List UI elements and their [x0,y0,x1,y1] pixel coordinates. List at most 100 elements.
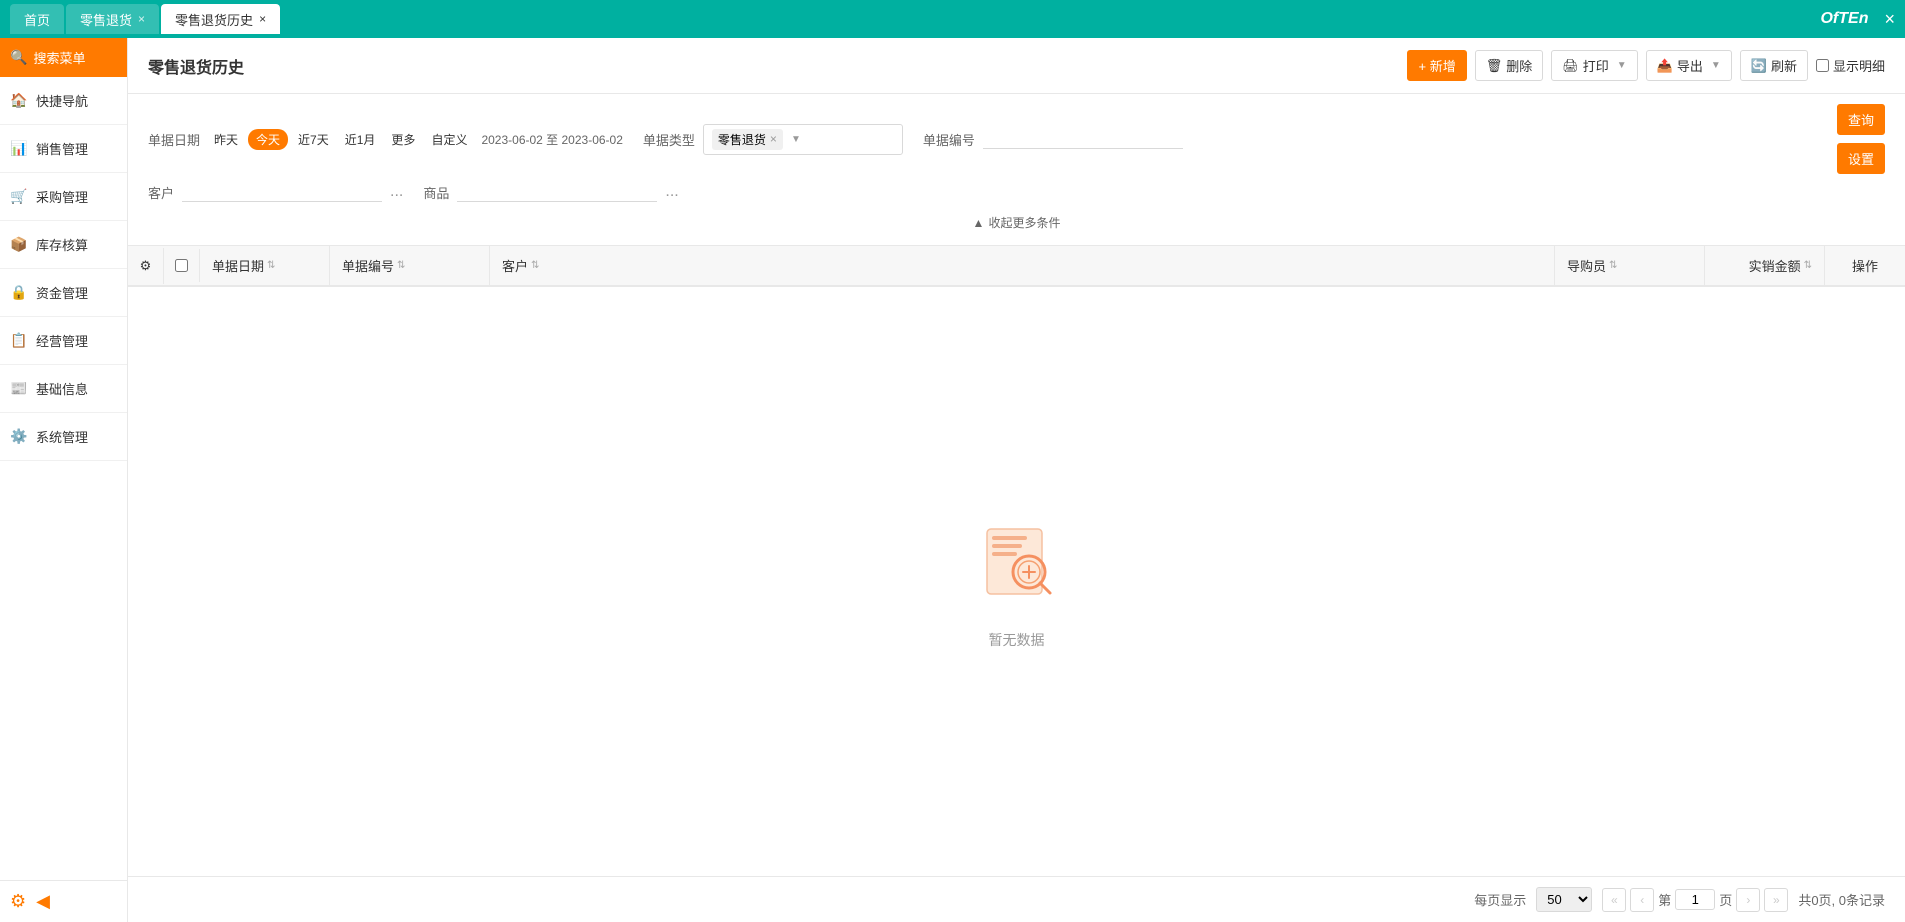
select-all-checkbox[interactable] [175,259,188,272]
goods-filter: 商品 ... [423,182,678,202]
goods-label: 商品 [423,183,449,202]
filter-row-2: 客户 ... 商品 ... [148,182,1885,202]
export-icon: 📤 [1657,58,1673,74]
date-btn-more[interactable]: 更多 [385,129,421,150]
th-doc-date[interactable]: 单据日期 ⇅ [200,246,330,285]
empty-text: 暂无数据 [989,630,1045,650]
empty-icon [967,514,1067,614]
filter-area: 单据日期 昨天 今天 近7天 近1月 更多 自定义 2023-06-02 至 2… [128,94,1905,246]
date-btn-last1m[interactable]: 近1月 [339,129,382,150]
date-btn-last7[interactable]: 近7天 [292,129,335,150]
sidebar-item-quick-nav-label: 快捷导航 [36,91,88,110]
th-guide[interactable]: 导购员 ⇅ [1555,246,1705,285]
tab-retail-return[interactable]: 零售退货 × [66,4,159,34]
doc-num-input[interactable] [983,129,1183,149]
add-button[interactable]: + 新增 [1407,50,1466,81]
page-actions: + 新增 🗑 删除 🖨 打印 ▼ 📤 导出 ▼ 🔄 刷新 [1407,50,1885,81]
tab-retail-return-history-close[interactable]: × [259,12,266,26]
sidebar-item-purchase-label: 采购管理 [36,187,88,206]
doc-type-tag: 零售退货 × [712,129,783,150]
per-page-label: 每页显示 [1474,890,1526,909]
sidebar-item-sales-mgmt[interactable]: 📊 销售管理 [0,125,127,173]
delete-label: 删除 [1506,56,1532,75]
date-btn-yesterday[interactable]: 昨天 [208,129,244,150]
th-amount[interactable]: 实销金额 ⇅ [1705,246,1825,285]
print-icon: 🖨 [1562,58,1579,74]
finance-mgmt-icon: 🔒 [10,284,28,302]
doc-type-select[interactable]: 零售退货 × ▼ [703,124,903,155]
page-prev-btn[interactable]: ‹ [1630,888,1654,912]
collapse-text: 收起更多条件 [988,214,1060,231]
sidebar-item-finance-label: 资金管理 [36,283,88,302]
collapse-sidebar-icon[interactable]: ◀ [36,891,50,912]
refresh-icon: 🔄 [1751,58,1767,74]
sidebar-item-system-label: 系统管理 [36,427,88,446]
customer-dots[interactable]: ... [390,183,403,201]
show-detail-checkbox[interactable] [1816,59,1829,72]
tab-retail-return-history-label: 零售退货历史 [175,10,253,29]
empty-illustration [967,514,1067,614]
total-info: 共0页, 0条记录 [1798,890,1885,909]
tab-retail-return-history[interactable]: 零售退货历史 × [161,4,280,34]
brand-text: OfTEn [1820,10,1868,28]
doc-type-tag-text: 零售退货 [718,131,766,148]
doc-type-filter: 单据类型 零售退货 × ▼ [643,124,903,155]
sidebar-item-basic-info[interactable]: 📰 基础信息 [0,365,127,413]
tab-home[interactable]: 首页 [10,4,64,34]
customer-input[interactable] [182,182,382,202]
sidebar-item-inventory[interactable]: 📦 库存核算 [0,221,127,269]
sidebar-item-finance-mgmt[interactable]: 🔒 资金管理 [0,269,127,317]
export-button[interactable]: 📤 导出 ▼ [1646,50,1732,81]
settings-col-icon: ⚙ [140,258,152,274]
page-first-btn[interactable]: « [1602,888,1626,912]
date-btn-custom[interactable]: 自定义 [425,129,473,150]
print-label: 打印 [1583,56,1609,75]
th-customer-sort: ⇅ [531,260,539,271]
date-btn-today[interactable]: 今天 [248,129,288,150]
tab-retail-return-close[interactable]: × [138,12,145,26]
doc-num-label: 单据编号 [923,130,975,149]
sidebar-item-quick-nav[interactable]: 🏠 快捷导航 [0,77,127,125]
page-next-btn[interactable]: › [1736,888,1760,912]
th-ops-label: 操作 [1852,256,1878,275]
collapse-button[interactable]: ▲ 收起更多条件 [963,210,1071,235]
delete-button[interactable]: 🗑 删除 [1475,50,1544,81]
sidebar-item-purchase-mgmt[interactable]: 🛒 采购管理 [0,173,127,221]
sidebar-search-label: 搜索菜单 [33,48,85,67]
goods-dots[interactable]: ... [665,183,678,201]
export-dropdown-icon: ▼ [1711,60,1721,71]
per-page-select[interactable]: 10 20 50 100 [1536,887,1592,912]
search-icon: 🔍 [10,49,27,66]
doc-type-tag-close[interactable]: × [770,132,777,146]
print-button[interactable]: 🖨 打印 ▼ [1551,50,1637,81]
sidebar: 🔍 搜索菜单 🏠 快捷导航 📊 销售管理 🛒 采购管理 📦 库存核算 🔒 资金管… [0,38,128,922]
page-input[interactable] [1675,889,1715,910]
refresh-button[interactable]: 🔄 刷新 [1740,50,1808,81]
th-settings[interactable]: ⚙ [128,248,164,284]
setting-button[interactable]: 设置 [1837,143,1885,174]
sidebar-item-system-mgmt[interactable]: ⚙️ 系统管理 [0,413,127,461]
doc-type-label: 单据类型 [643,130,695,149]
settings-bottom-icon[interactable]: ⚙ [10,891,26,912]
th-customer[interactable]: 客户 ⇅ [490,246,1555,285]
th-doc-num[interactable]: 单据编号 ⇅ [330,246,490,285]
show-detail-text: 显示明细 [1833,56,1885,75]
doc-num-filter: 单据编号 [923,129,1183,149]
top-bar-actions: OfTEn × [1812,9,1895,30]
date-range-display: 2023-06-02 至 2023-06-02 [481,131,622,148]
th-doc-num-label: 单据编号 [342,256,394,275]
window-close-icon[interactable]: × [1884,9,1895,30]
query-button[interactable]: 查询 [1837,104,1885,135]
sidebar-item-operation-mgmt[interactable]: 📋 经营管理 [0,317,127,365]
empty-state: 暂无数据 [128,287,1905,876]
refresh-label: 刷新 [1771,56,1797,75]
th-doc-date-sort: ⇅ [267,260,275,271]
tab-retail-return-label: 零售退货 [80,10,132,29]
th-checkbox[interactable] [164,249,200,282]
sidebar-search[interactable]: 🔍 搜索菜单 [0,38,127,77]
operation-mgmt-icon: 📋 [10,332,28,350]
goods-input[interactable] [457,182,657,202]
page-last-btn[interactable]: » [1764,888,1788,912]
th-ops: 操作 [1825,246,1905,285]
sidebar-bottom: ⚙ ◀ [0,880,127,922]
